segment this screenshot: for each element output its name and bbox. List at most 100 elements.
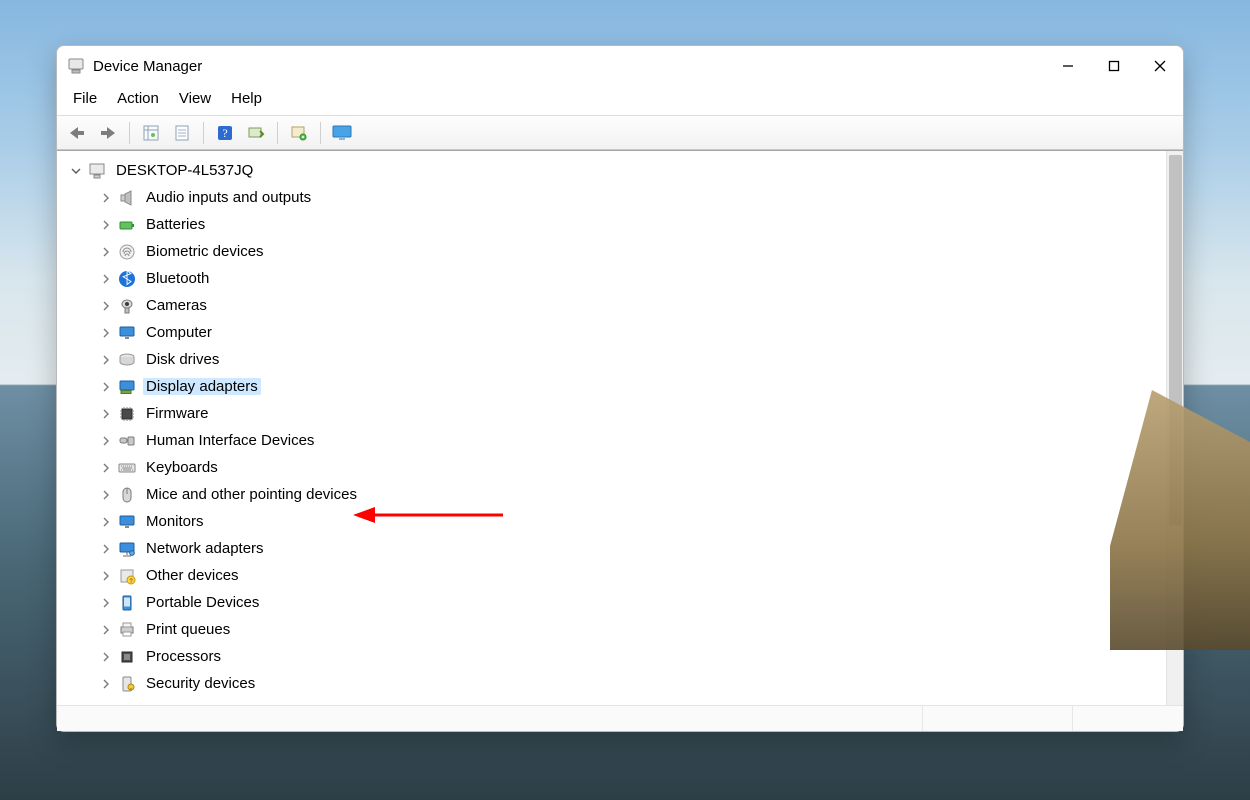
- chevron-right-icon[interactable]: [99, 677, 113, 691]
- minimize-button[interactable]: [1045, 46, 1091, 86]
- tree-item-label: Firmware: [143, 405, 212, 422]
- toolbar-scan-hardware[interactable]: [285, 120, 313, 146]
- tree-item[interactable]: Human Interface Devices: [95, 427, 1166, 454]
- tree-item-label: Processors: [143, 648, 224, 665]
- battery-icon: [117, 215, 137, 235]
- tree-item[interactable]: Computer: [95, 319, 1166, 346]
- toolbar-add-legacy[interactable]: [328, 120, 356, 146]
- tree-item-label: Network adapters: [143, 540, 267, 557]
- toolbar-update-driver[interactable]: [242, 120, 270, 146]
- toolbar-help[interactable]: ?: [211, 120, 239, 146]
- hid-icon: [117, 431, 137, 451]
- menu-view[interactable]: View: [171, 88, 219, 109]
- toolbar-separator: [129, 122, 130, 144]
- keyboard-icon: [117, 458, 137, 478]
- tree-item[interactable]: Cameras: [95, 292, 1166, 319]
- titlebar: Device Manager: [57, 46, 1183, 86]
- tree-item-label: Biometric devices: [143, 243, 267, 260]
- printer-icon: [117, 620, 137, 640]
- back-icon: [68, 125, 86, 141]
- tree-item[interactable]: Disk drives: [95, 346, 1166, 373]
- tree-item[interactable]: Batteries: [95, 211, 1166, 238]
- tree-item-label: Mice and other pointing devices: [143, 486, 360, 503]
- tree-item-label: Display adapters: [143, 378, 261, 395]
- toolbar-forward[interactable]: [94, 120, 122, 146]
- tree-item[interactable]: ? Other devices: [95, 562, 1166, 589]
- chevron-right-icon[interactable]: [99, 245, 113, 259]
- menu-action[interactable]: Action: [109, 88, 167, 109]
- svg-text:?: ?: [222, 126, 227, 140]
- tree-item-label: Monitors: [143, 513, 207, 530]
- chevron-down-icon[interactable]: [69, 164, 83, 178]
- network-icon: [117, 539, 137, 559]
- fingerprint-icon: [117, 242, 137, 262]
- tree-item[interactable]: Display adapters: [95, 373, 1166, 400]
- display-adapter-icon: [117, 377, 137, 397]
- status-segment: [923, 706, 1073, 731]
- tree-item-label: Batteries: [143, 216, 208, 233]
- unknown-icon: ?: [117, 566, 137, 586]
- chevron-right-icon[interactable]: [99, 272, 113, 286]
- chevron-right-icon[interactable]: [99, 515, 113, 529]
- tree-item[interactable]: Processors: [95, 643, 1166, 670]
- chevron-right-icon[interactable]: [99, 650, 113, 664]
- toolbar-separator: [203, 122, 204, 144]
- update-driver-icon: [247, 124, 265, 142]
- vertical-scrollbar[interactable]: [1166, 151, 1183, 705]
- device-tree[interactable]: DESKTOP-4L537JQ Audio inputs and outputs…: [57, 151, 1166, 705]
- chevron-right-icon[interactable]: [99, 326, 113, 340]
- toolbar-show-hidden[interactable]: [137, 120, 165, 146]
- chevron-right-icon[interactable]: [99, 488, 113, 502]
- tree-item[interactable]: Keyboards: [95, 454, 1166, 481]
- menu-file[interactable]: File: [65, 88, 105, 109]
- tree-item-label: Other devices: [143, 567, 242, 584]
- tree-item[interactable]: Network adapters: [95, 535, 1166, 562]
- tree-item[interactable]: Portable Devices: [95, 589, 1166, 616]
- content-area: DESKTOP-4L537JQ Audio inputs and outputs…: [57, 150, 1183, 705]
- chevron-right-icon[interactable]: [99, 407, 113, 421]
- tree-item[interactable]: Biometric devices: [95, 238, 1166, 265]
- close-button[interactable]: [1137, 46, 1183, 86]
- tree-item[interactable]: Print queues: [95, 616, 1166, 643]
- menubar: File Action View Help: [57, 86, 1183, 116]
- scrollbar-thumb[interactable]: [1169, 155, 1182, 525]
- tree-item-label: Print queues: [143, 621, 233, 638]
- toolbar-back[interactable]: [63, 120, 91, 146]
- tree-item-label: Bluetooth: [143, 270, 212, 287]
- chevron-right-icon[interactable]: [99, 623, 113, 637]
- app-icon: [67, 57, 85, 75]
- tree-item-label: Keyboards: [143, 459, 221, 476]
- chevron-right-icon[interactable]: [99, 353, 113, 367]
- toolbar-separator: [277, 122, 278, 144]
- tree-item[interactable]: Audio inputs and outputs: [95, 184, 1166, 211]
- tree-item-label: Human Interface Devices: [143, 432, 317, 449]
- chevron-right-icon[interactable]: [99, 380, 113, 394]
- chevron-right-icon[interactable]: [99, 191, 113, 205]
- tree-item[interactable]: Mice and other pointing devices: [95, 481, 1166, 508]
- add-legacy-icon: [332, 125, 352, 141]
- chevron-right-icon[interactable]: [99, 218, 113, 232]
- chevron-right-icon[interactable]: [99, 569, 113, 583]
- bluetooth-icon: [117, 269, 137, 289]
- chevron-right-icon[interactable]: [99, 299, 113, 313]
- statusbar: [57, 705, 1183, 731]
- menu-help[interactable]: Help: [223, 88, 270, 109]
- monitor-icon: [117, 323, 137, 343]
- tree-item[interactable]: Monitors: [95, 508, 1166, 535]
- tree-item-label: Security devices: [143, 675, 258, 692]
- forward-icon: [99, 125, 117, 141]
- maximize-button[interactable]: [1091, 46, 1137, 86]
- tree-item[interactable]: Bluetooth: [95, 265, 1166, 292]
- chevron-right-icon[interactable]: [99, 596, 113, 610]
- tree-item-label: Audio inputs and outputs: [143, 189, 314, 206]
- toolbar-properties[interactable]: [168, 120, 196, 146]
- tree-item[interactable]: Firmware: [95, 400, 1166, 427]
- tree-item[interactable]: Security devices: [95, 670, 1166, 697]
- tree-root[interactable]: DESKTOP-4L537JQ: [65, 157, 1166, 184]
- chevron-right-icon[interactable]: [99, 542, 113, 556]
- chevron-right-icon[interactable]: [99, 434, 113, 448]
- disk-icon: [117, 350, 137, 370]
- monitor-icon: [117, 512, 137, 532]
- chevron-right-icon[interactable]: [99, 461, 113, 475]
- speaker-icon: [117, 188, 137, 208]
